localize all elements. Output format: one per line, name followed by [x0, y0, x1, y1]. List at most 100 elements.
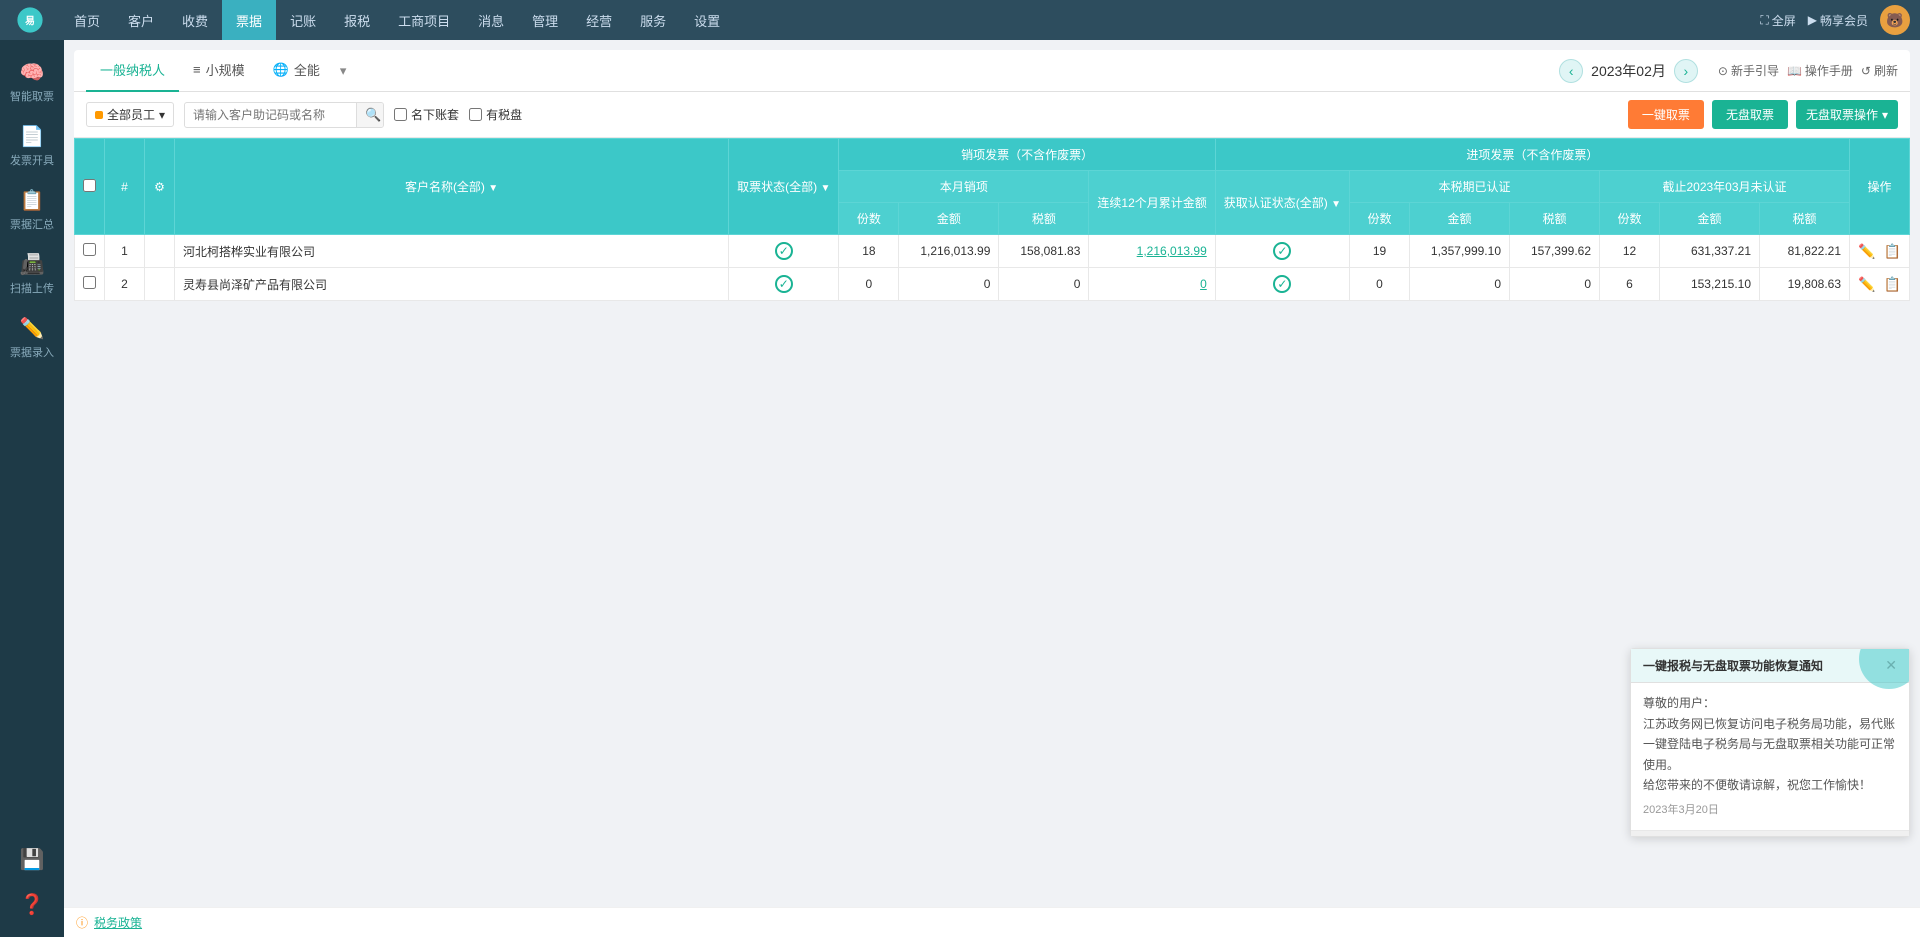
detail-icon[interactable]: 📋	[1884, 276, 1901, 293]
search-input[interactable]	[185, 104, 356, 126]
ticket-entry-icon: ✏️	[20, 316, 45, 341]
notification-greeting: 尊敬的用户：	[1643, 693, 1897, 713]
manual-btn[interactable]: 📖 操作手册	[1787, 62, 1853, 79]
toolbar-right: 一键取票 无盘取票 无盘取票操作 ▾	[1628, 100, 1898, 129]
row-settings	[145, 268, 175, 301]
notification-title: 一键报税与无盘取票功能恢复通知	[1643, 657, 1823, 674]
select-all-checkbox[interactable]	[83, 179, 96, 192]
notification-date: 2023年3月20日	[1643, 801, 1897, 820]
th-purchase-group: 进项发票（不含作废票）	[1215, 139, 1849, 171]
invoice-open-icon: 📄	[20, 124, 45, 149]
row-pur-tax: 157,399.62	[1510, 235, 1600, 268]
row-sales-amount: 1,216,013.99	[899, 235, 999, 268]
sidebar-help[interactable]: ❓	[0, 882, 64, 927]
row-num: 2	[105, 268, 145, 301]
row-checkbox[interactable]	[75, 235, 105, 268]
prev-month-btn[interactable]: ‹	[1559, 59, 1583, 83]
checkbox-my-accounts-input[interactable]	[394, 108, 407, 121]
sidebar-label-scan: 扫描上传	[10, 280, 54, 296]
employee-dot	[95, 111, 103, 119]
sidebar-item-scan[interactable]: 📠 扫描上传	[0, 242, 64, 306]
diskless-ticket-btn[interactable]: 无盘取票	[1712, 100, 1788, 129]
tab-all[interactable]: 🌐 全能	[259, 50, 334, 92]
checkbox-my-accounts-label: 名下账套	[411, 106, 459, 123]
row-action: ✏️ 📋	[1850, 268, 1910, 301]
row-num: 1	[105, 235, 145, 268]
sidebar-bottom: 💾 ❓	[0, 837, 64, 937]
checkbox-my-accounts[interactable]: 名下账套	[394, 106, 459, 123]
status-filter-icon[interactable]: ▼	[820, 183, 830, 194]
th-sales-month: 本月销项	[839, 171, 1089, 203]
nav-business[interactable]: 工商项目	[384, 0, 464, 40]
current-month: 2023年02月	[1591, 61, 1666, 81]
sidebar-label-invoice-summary: 票据汇总	[10, 216, 54, 232]
fullscreen-btn[interactable]: ⛶ 全屏	[1760, 12, 1795, 29]
th-pur-count: 份数	[1350, 203, 1410, 235]
row-sales-tax: 0	[999, 268, 1089, 301]
employee-select[interactable]: 全部员工 ▾	[86, 102, 174, 127]
nav-customer[interactable]: 客户	[114, 0, 168, 40]
nav-message[interactable]: 消息	[464, 0, 518, 40]
row-name: 河北柯搭桦实业有限公司	[175, 235, 729, 268]
sidebar-download[interactable]: 💾	[0, 837, 64, 882]
edit-icon[interactable]: ✏️	[1858, 243, 1875, 260]
nav-operation[interactable]: 经营	[572, 0, 626, 40]
th-purchase-current: 本税期已认证	[1350, 171, 1600, 203]
checkbox-has-disk-input[interactable]	[469, 108, 482, 121]
row-settings	[145, 235, 175, 268]
checkbox-has-disk[interactable]: 有税盘	[469, 106, 522, 123]
row-pur-count: 0	[1350, 268, 1410, 301]
nav-home[interactable]: 首页	[60, 0, 114, 40]
edit-icon[interactable]: ✏️	[1858, 276, 1875, 293]
search-btn[interactable]: 🔍	[356, 103, 384, 127]
nav-bookkeeping[interactable]: 记账	[276, 0, 330, 40]
notification-scroll[interactable]: 尊敬的用户： 江苏政务网已恢复访问电子税务局功能，易代账一键登陆电子税务局与无盘…	[1631, 683, 1909, 830]
nav-service[interactable]: 服务	[626, 0, 680, 40]
row-cert-status: ✓	[1215, 235, 1349, 268]
next-month-btn[interactable]: ›	[1674, 59, 1698, 83]
tab-more-btn[interactable]: ▾	[334, 63, 353, 79]
newbie-guide-btn[interactable]: ⊙ 新手引导	[1718, 62, 1779, 79]
detail-icon[interactable]: 📋	[1884, 243, 1901, 260]
one-click-ticket-btn[interactable]: 一键取票	[1628, 100, 1704, 129]
checkbox-has-disk-label: 有税盘	[486, 106, 522, 123]
sidebar-label-smart-ticket: 智能取票	[10, 88, 54, 104]
row-fut-tax: 81,822.21	[1760, 235, 1850, 268]
member-btn[interactable]: ▶ 畅享会员	[1808, 12, 1868, 29]
tax-policy-link[interactable]: 税务政策	[94, 914, 142, 931]
refresh-btn[interactable]: ↺ 刷新	[1861, 62, 1898, 79]
sidebar-item-invoice-summary[interactable]: 📋 票据汇总	[0, 178, 64, 242]
nav-tax[interactable]: 报税	[330, 0, 384, 40]
nav-invoice[interactable]: 票据	[222, 0, 276, 40]
sidebar-item-smart-ticket[interactable]: 🧠 智能取票	[0, 50, 64, 114]
row-checkbox[interactable]	[75, 268, 105, 301]
sidebar-item-invoice-open[interactable]: 📄 发票开具	[0, 114, 64, 178]
search-box: 🔍	[184, 102, 384, 128]
th-cert-status: 获取认证状态(全部) ▼	[1215, 171, 1349, 235]
row-cancel-status: ✓	[729, 235, 839, 268]
name-filter-icon[interactable]: ▼	[488, 183, 498, 194]
table-row: 1 河北柯搭桦实业有限公司 ✓ 18 1,216,013.99 158,081.…	[75, 235, 1910, 268]
scan-icon: 📠	[20, 252, 45, 277]
row-fut-count: 6	[1600, 268, 1660, 301]
cert-filter-icon[interactable]: ▼	[1331, 199, 1341, 210]
diskless-ticket-ops-btn[interactable]: 无盘取票操作 ▾	[1796, 100, 1898, 129]
avatar[interactable]: 🐻	[1880, 5, 1910, 35]
logo[interactable]: 易	[10, 0, 50, 40]
row-action: ✏️ 📋	[1850, 235, 1910, 268]
employee-select-label: 全部员工	[107, 106, 155, 123]
nav-manage[interactable]: 管理	[518, 0, 572, 40]
row-name: 灵寿县尚泽矿产品有限公司	[175, 268, 729, 301]
tab-small-scale[interactable]: ≡ 小规模	[179, 50, 259, 92]
employee-dropdown-icon: ▾	[159, 108, 165, 122]
row-fut-count: 12	[1600, 235, 1660, 268]
nav-billing[interactable]: 收费	[168, 0, 222, 40]
tab-bar: 一般纳税人 ≡ 小规模 🌐 全能 ▾ ‹ 2023年02月 › ⊙ 新手引导 📖…	[74, 50, 1910, 92]
nav-settings[interactable]: 设置	[680, 0, 734, 40]
tab-general-taxpayer[interactable]: 一般纳税人	[86, 50, 179, 92]
row-sales-amount: 0	[899, 268, 999, 301]
status-icon: ⓘ	[76, 914, 88, 931]
sidebar-item-ticket-entry[interactable]: ✏️ 票据录入	[0, 306, 64, 370]
row-pur-amount: 0	[1410, 268, 1510, 301]
notification-deco	[1849, 649, 1909, 689]
